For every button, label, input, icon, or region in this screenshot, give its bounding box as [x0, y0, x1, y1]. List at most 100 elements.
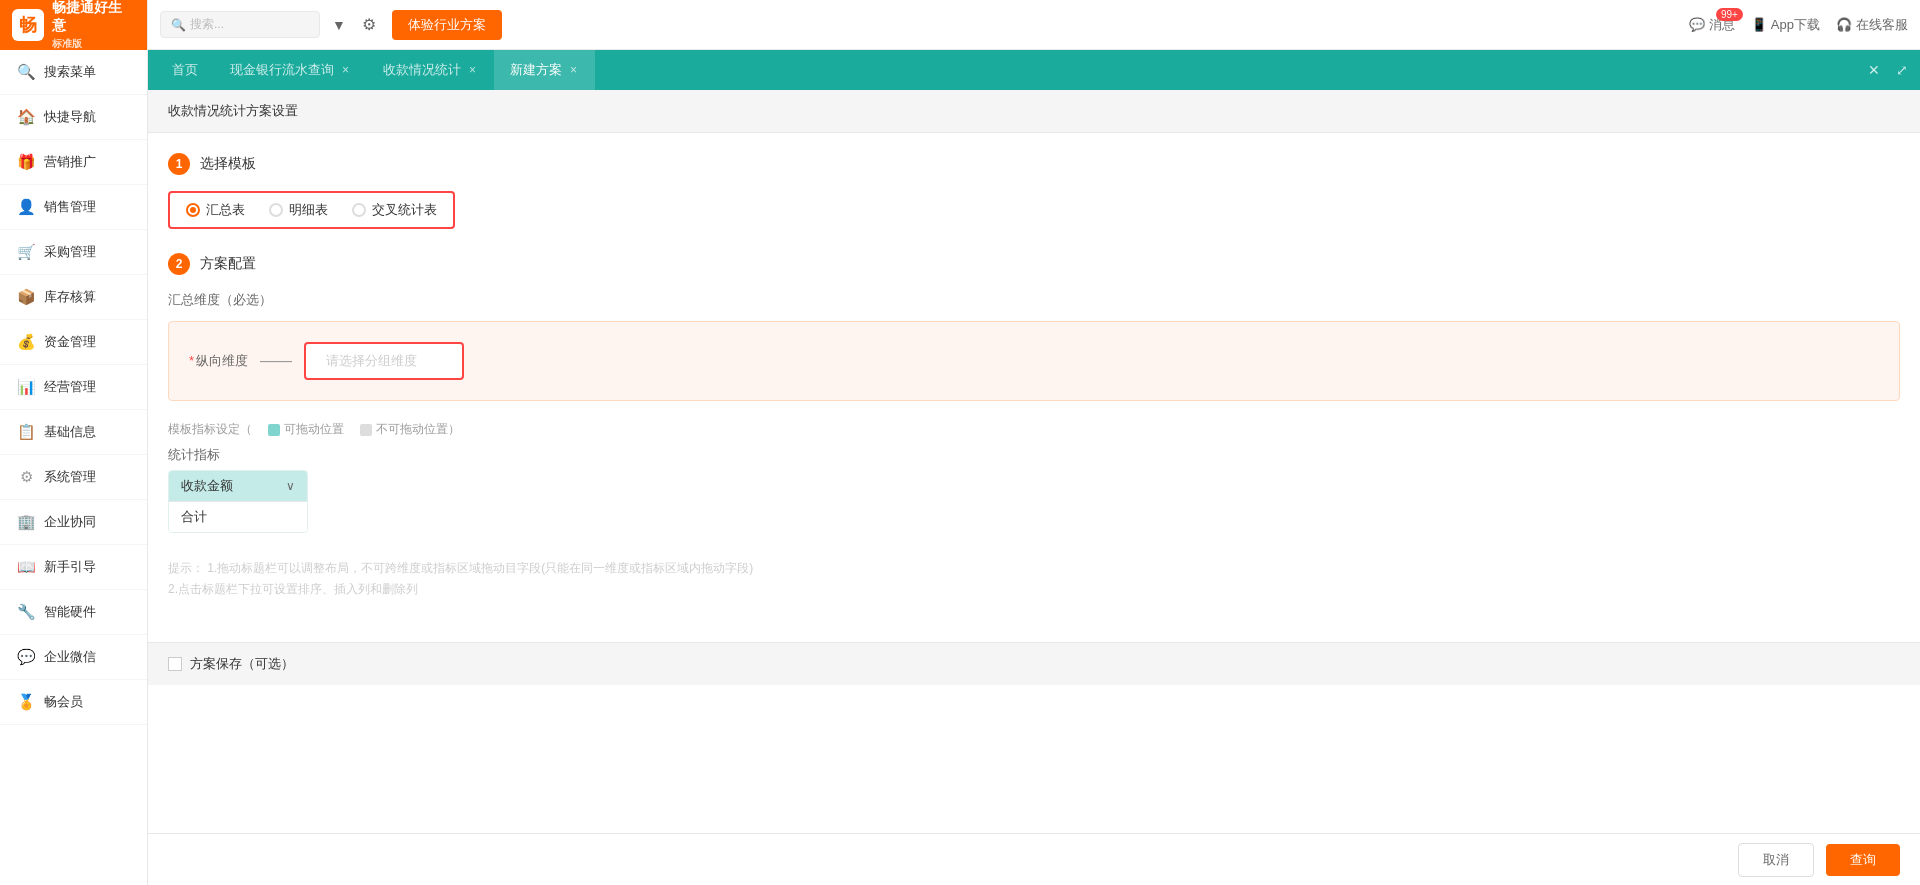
- metrics-header-row[interactable]: 收款金额 ∨: [169, 471, 307, 501]
- sidebar-item-wechat[interactable]: 💬 企业微信: [0, 635, 147, 680]
- header-search-box[interactable]: 🔍 搜索...: [160, 11, 320, 38]
- message-count: 99+: [1716, 8, 1743, 21]
- fixed-indicator: [360, 424, 372, 436]
- tab-maximize-window[interactable]: ⤢: [1892, 58, 1912, 82]
- template-option-summary[interactable]: 汇总表: [186, 201, 245, 219]
- trial-industry-button[interactable]: 体验行业方案: [392, 10, 502, 40]
- radio-summary[interactable]: [186, 203, 200, 217]
- sidebar-item-newguide[interactable]: 📖 新手引导: [0, 545, 147, 590]
- template-detail-label: 明细表: [289, 201, 328, 219]
- plan-save-section: 方案保存（可选）: [148, 642, 1920, 685]
- sidebar-item-quicknav[interactable]: 🏠 快捷导航: [0, 95, 147, 140]
- save-label: 方案保存（可选）: [190, 655, 294, 673]
- tab-receivables[interactable]: 收款情况统计 ×: [367, 50, 494, 90]
- tab-home[interactable]: 首页: [156, 50, 214, 90]
- sidebar-item-member[interactable]: 🏅 畅会员: [0, 680, 147, 725]
- step1-label: 选择模板: [200, 155, 256, 173]
- marketing-icon: 🎁: [16, 152, 36, 172]
- sidebar-marketing-label: 营销推广: [44, 153, 96, 171]
- metrics-section: 模板指标设定（ 可拖动位置 不可拖动位置）: [168, 421, 1900, 536]
- sales-icon: 👤: [16, 197, 36, 217]
- tab-newplan-label: 新建方案: [510, 61, 562, 79]
- sidebar-basic-label: 基础信息: [44, 423, 96, 441]
- radio-detail[interactable]: [269, 203, 283, 217]
- sidebar-item-marketing[interactable]: 🎁 营销推广: [0, 140, 147, 185]
- sidebar-item-search[interactable]: 🔍 搜索菜单: [0, 50, 147, 95]
- sidebar-inventory-label: 库存核算: [44, 288, 96, 306]
- search-placeholder-text: 搜索...: [190, 16, 224, 33]
- sidebar-item-finance[interactable]: 💰 资金管理: [0, 320, 147, 365]
- legend-fixed: 不可拖动位置）: [360, 421, 460, 438]
- breadcrumb-text: 收款情况统计方案设置: [168, 103, 298, 118]
- step2-section: 2 方案配置 汇总维度（必选） *纵向维度 —— 请选择分组维度: [168, 253, 1900, 598]
- message-icon: 💬: [1689, 17, 1705, 32]
- dimension-config-title: 汇总维度（必选）: [168, 291, 1900, 309]
- basic-icon: 📋: [16, 422, 36, 442]
- sidebar-item-enterprise[interactable]: 🏢 企业协同: [0, 500, 147, 545]
- tab-bar: 首页 现金银行流水查询 × 收款情况统计 × 新建方案 × ✕ ⤢: [148, 50, 1920, 90]
- header-gear-icon[interactable]: ⚙: [358, 11, 380, 38]
- main-area: 🔍 搜索... ▼ ⚙ 体验行业方案 💬 消息 99+ 📱 App下载 🎧 在线…: [148, 0, 1920, 885]
- sidebar-item-operation[interactable]: 📊 经营管理: [0, 365, 147, 410]
- sidebar-item-sales[interactable]: 👤 销售管理: [0, 185, 147, 230]
- query-button[interactable]: 查询: [1826, 844, 1900, 876]
- sidebar-item-purchase[interactable]: 🛒 采购管理: [0, 230, 147, 275]
- tab-cashflow[interactable]: 现金银行流水查询 ×: [214, 50, 367, 90]
- sidebar-newguide-label: 新手引导: [44, 558, 96, 576]
- tab-home-label: 首页: [172, 61, 198, 79]
- form-body: 1 选择模板 汇总表 明细表: [148, 133, 1920, 642]
- sidebar-sales-label: 销售管理: [44, 198, 96, 216]
- sidebar-logo: 畅 畅捷通好生意 标准版: [0, 0, 147, 50]
- finance-icon: 💰: [16, 332, 36, 352]
- tab-receivables-label: 收款情况统计: [383, 61, 461, 79]
- online-service-link[interactable]: 🎧 在线客服: [1836, 16, 1908, 34]
- dimension-row: *纵向维度 —— 请选择分组维度: [189, 342, 1879, 380]
- sidebar-system-label: 系统管理: [44, 468, 96, 486]
- template-option-detail[interactable]: 明细表: [269, 201, 328, 219]
- page-breadcrumb: 收款情况统计方案设置: [148, 90, 1920, 133]
- system-icon: ⚙: [16, 467, 36, 487]
- dimension-selector[interactable]: 请选择分组维度: [304, 342, 464, 380]
- metrics-chevron-icon[interactable]: ∨: [286, 479, 295, 493]
- sidebar-operation-label: 经营管理: [44, 378, 96, 396]
- tab-close-window[interactable]: ✕: [1864, 58, 1884, 82]
- edition-label: 标准版: [52, 37, 135, 51]
- wechat-icon: 💬: [16, 647, 36, 667]
- header-dropdown-icon[interactable]: ▼: [328, 13, 350, 37]
- draggable-label: 可拖动位置: [284, 421, 344, 438]
- metrics-setting-text: 模板指标设定（: [168, 421, 252, 438]
- sidebar-item-inventory[interactable]: 📦 库存核算: [0, 275, 147, 320]
- sidebar-hardware-label: 智能硬件: [44, 603, 96, 621]
- metrics-col-label: 收款金额: [181, 477, 233, 495]
- tab-newplan[interactable]: 新建方案 ×: [494, 50, 595, 90]
- logo-icon: 畅: [12, 9, 44, 41]
- sidebar-item-hardware[interactable]: 🔧 智能硬件: [0, 590, 147, 635]
- sidebar-quicknav-label: 快捷导航: [44, 108, 96, 126]
- header: 🔍 搜索... ▼ ⚙ 体验行业方案 💬 消息 99+ 📱 App下载 🎧 在线…: [148, 0, 1920, 50]
- hints-section: 提示： 1.拖动标题栏可以调整布局，不可跨维度或指标区域拖动目字段(只能在同一维…: [168, 560, 1900, 598]
- sidebar-item-system[interactable]: ⚙ 系统管理: [0, 455, 147, 500]
- download-label: App下载: [1771, 16, 1820, 34]
- step2-label: 方案配置: [200, 255, 256, 273]
- template-option-cross[interactable]: 交叉统计表: [352, 201, 437, 219]
- plan-config: 汇总维度（必选） *纵向维度 —— 请选择分组维度: [168, 291, 1900, 598]
- header-right: 💬 消息 99+ 📱 App下载 🎧 在线客服: [1689, 16, 1908, 34]
- draggable-indicator: [268, 424, 280, 436]
- message-badge[interactable]: 💬 消息 99+: [1689, 16, 1735, 34]
- cancel-button[interactable]: 取消: [1738, 843, 1814, 877]
- tab-newplan-close[interactable]: ×: [568, 61, 579, 79]
- save-checkbox[interactable]: [168, 657, 182, 671]
- purchase-icon: 🛒: [16, 242, 36, 262]
- sidebar-item-basic[interactable]: 📋 基础信息: [0, 410, 147, 455]
- download-icon: 📱: [1751, 17, 1767, 32]
- app-download-link[interactable]: 📱 App下载: [1751, 16, 1820, 34]
- tab-cashflow-close[interactable]: ×: [340, 61, 351, 79]
- radio-cross[interactable]: [352, 203, 366, 217]
- fixed-label: 不可拖动位置）: [376, 421, 460, 438]
- template-summary-label: 汇总表: [206, 201, 245, 219]
- tab-receivables-close[interactable]: ×: [467, 61, 478, 79]
- sidebar-purchase-label: 采购管理: [44, 243, 96, 261]
- hint-1: 提示： 1.拖动标题栏可以调整布局，不可跨维度或指标区域拖动目字段(只能在同一维…: [168, 560, 1900, 577]
- metrics-table: 收款金额 ∨ 合计: [168, 470, 308, 533]
- enterprise-icon: 🏢: [16, 512, 36, 532]
